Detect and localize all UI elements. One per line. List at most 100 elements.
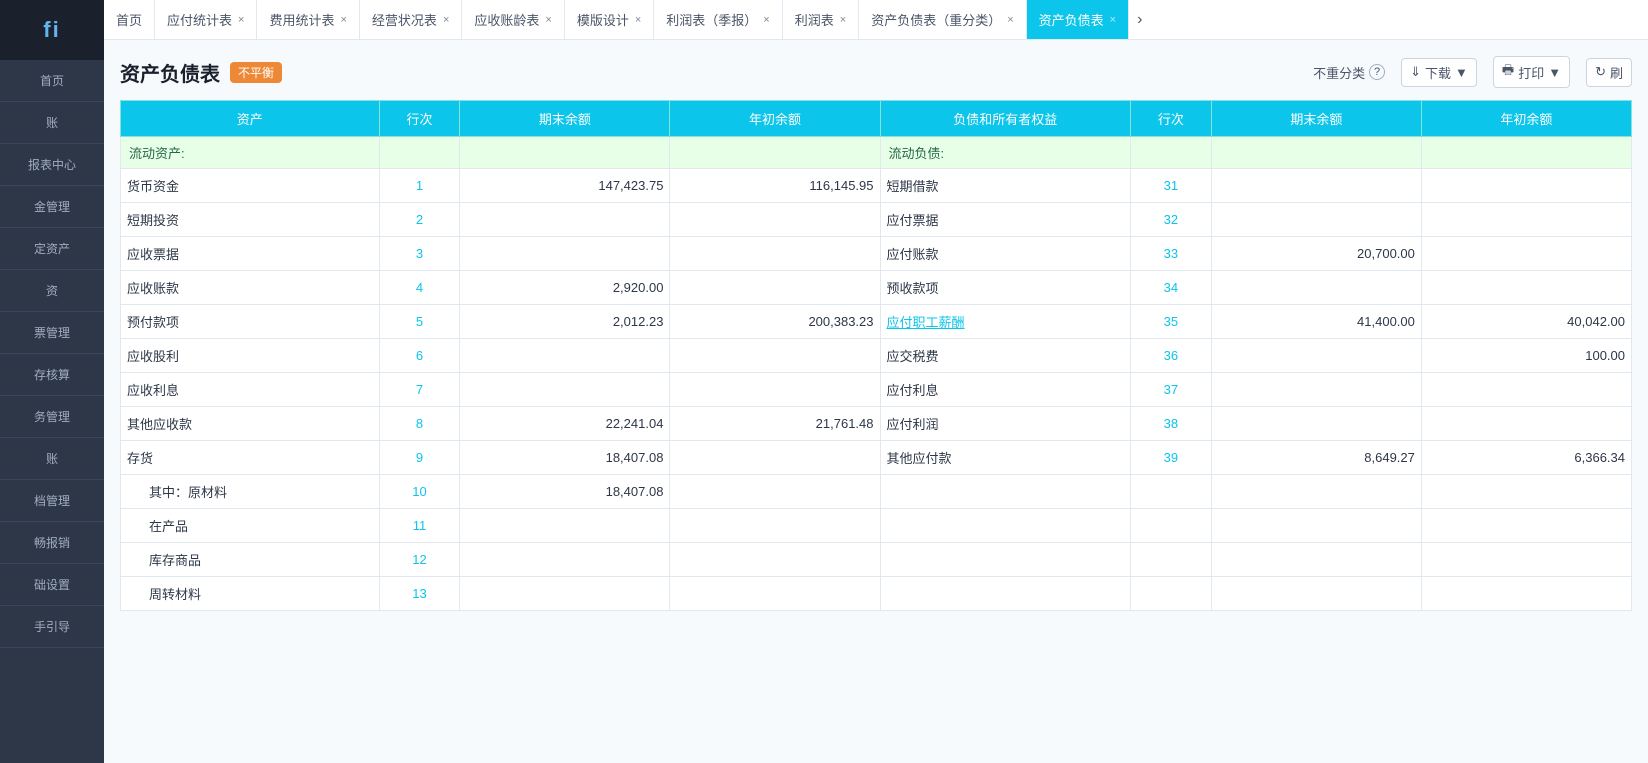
header-line: 行次: [379, 101, 460, 137]
liab-year: [1421, 203, 1631, 237]
liab-label: [880, 577, 1130, 611]
help-icon[interactable]: ?: [1369, 64, 1385, 80]
sidebar-item-business[interactable]: 务管理: [0, 396, 104, 438]
liab-line[interactable]: 31: [1131, 169, 1212, 203]
asset-line[interactable]: 9: [379, 441, 460, 475]
close-icon[interactable]: ×: [443, 14, 449, 26]
liab-label: 短期借款: [880, 169, 1130, 203]
liab-line[interactable]: 39: [1131, 441, 1212, 475]
sidebar-item-settings[interactable]: 础设置: [0, 564, 104, 606]
close-icon[interactable]: ×: [635, 14, 641, 26]
tab-template-design[interactable]: 模版设计 ×: [565, 0, 654, 39]
sidebar-item-invoice[interactable]: 票管理: [0, 312, 104, 354]
liab-label: 应付职工薪酬: [880, 305, 1130, 339]
tab-profit[interactable]: 利润表 ×: [783, 0, 859, 39]
liab-line[interactable]: [1131, 577, 1212, 611]
liab-period: [1211, 509, 1421, 543]
asset-label: 存货: [121, 441, 380, 475]
close-icon[interactable]: ×: [763, 14, 769, 26]
close-icon[interactable]: ×: [340, 14, 346, 26]
sidebar-item-archive[interactable]: 档管理: [0, 480, 104, 522]
liab-period: [1211, 577, 1421, 611]
sidebar-item-account[interactable]: 账: [0, 102, 104, 144]
liab-line[interactable]: 33: [1131, 237, 1212, 271]
asset-line[interactable]: 5: [379, 305, 460, 339]
asset-year: [670, 543, 880, 577]
liab-year: [1421, 237, 1631, 271]
no-reclassify-toggle[interactable]: 不重分类 ?: [1313, 63, 1385, 82]
sidebar-item-ledger[interactable]: 账: [0, 438, 104, 480]
asset-line[interactable]: 10: [379, 475, 460, 509]
liab-line[interactable]: 38: [1131, 407, 1212, 441]
asset-line[interactable]: 8: [379, 407, 460, 441]
content-area: 资产负债表 不平衡 不重分类 ? ⇓ 下载 ▼ 🖶 打印 ▼: [104, 40, 1648, 763]
section-asset-label: 流动资产:: [121, 137, 380, 169]
asset-year: [670, 475, 880, 509]
close-icon[interactable]: ×: [238, 14, 244, 26]
liab-line[interactable]: 37: [1131, 373, 1212, 407]
asset-period: 18,407.08: [460, 441, 670, 475]
page-title-area: 资产负债表 不平衡: [120, 58, 282, 87]
tab-expense-stats[interactable]: 费用统计表 ×: [257, 0, 359, 39]
sidebar-item-report[interactable]: 报表中心: [0, 144, 104, 186]
tab-payable-stats[interactable]: 应付统计表 ×: [155, 0, 257, 39]
download-button[interactable]: ⇓ 下载 ▼: [1401, 58, 1477, 87]
balance-table: 资产 行次 期末余额 年初余额 负债和所有者权益 行次 期末余额 年初余额 流动…: [120, 100, 1632, 611]
liab-line[interactable]: [1131, 475, 1212, 509]
asset-label: 货币资金: [121, 169, 380, 203]
asset-line[interactable]: 11: [379, 509, 460, 543]
close-icon[interactable]: ×: [1110, 14, 1116, 26]
unbalanced-badge: 不平衡: [230, 62, 282, 83]
tab-receivable-aging[interactable]: 应收账龄表 ×: [462, 0, 564, 39]
close-icon[interactable]: ×: [840, 14, 846, 26]
asset-line[interactable]: 12: [379, 543, 460, 577]
refresh-button[interactable]: ↻ 刷: [1586, 58, 1632, 87]
tab-home[interactable]: 首页: [104, 0, 155, 39]
liab-year: [1421, 271, 1631, 305]
sidebar-item-finance[interactable]: 金管理: [0, 186, 104, 228]
liab-line[interactable]: [1131, 543, 1212, 577]
tab-business-status[interactable]: 经营状况表 ×: [360, 0, 462, 39]
liab-line[interactable]: [1131, 509, 1212, 543]
asset-label: 应收票据: [121, 237, 380, 271]
liab-year: [1421, 543, 1631, 577]
tab-scroll-right[interactable]: ›: [1129, 0, 1150, 39]
sidebar-item-expense[interactable]: 畅报销: [0, 522, 104, 564]
header-liability: 负债和所有者权益: [880, 101, 1130, 137]
tab-profit-quarterly[interactable]: 利润表（季报） ×: [654, 0, 782, 39]
asset-line[interactable]: 13: [379, 577, 460, 611]
sidebar-item-assets[interactable]: 资: [0, 270, 104, 312]
asset-line[interactable]: 7: [379, 373, 460, 407]
asset-label: 应收股利: [121, 339, 380, 373]
asset-line[interactable]: 2: [379, 203, 460, 237]
sidebar-item-guide[interactable]: 手引导: [0, 606, 104, 648]
section-asset-period: [460, 137, 670, 169]
liab-line[interactable]: 35: [1131, 305, 1212, 339]
liab-line[interactable]: 36: [1131, 339, 1212, 373]
print-button[interactable]: 🖶 打印 ▼: [1493, 56, 1570, 88]
tab-balance-sheet[interactable]: 资产负债表 ×: [1027, 0, 1129, 39]
section-asset-line: [379, 137, 460, 169]
print-label: 打印: [1518, 63, 1544, 82]
asset-label: 应收利息: [121, 373, 380, 407]
asset-label: 应收账款: [121, 271, 380, 305]
liab-label: 其他应付款: [880, 441, 1130, 475]
sidebar-item-fixed-assets[interactable]: 定资产: [0, 228, 104, 270]
liab-year: 100.00: [1421, 339, 1631, 373]
liab-year: [1421, 169, 1631, 203]
asset-line[interactable]: 1: [379, 169, 460, 203]
asset-period: 22,241.04: [460, 407, 670, 441]
liab-line[interactable]: 32: [1131, 203, 1212, 237]
download-label: 下载: [1425, 63, 1451, 82]
tab-balance-reclassified[interactable]: 资产负债表（重分类） ×: [859, 0, 1026, 39]
page-title: 资产负债表: [120, 58, 220, 87]
liab-period: [1211, 407, 1421, 441]
asset-line[interactable]: 4: [379, 271, 460, 305]
asset-line[interactable]: 6: [379, 339, 460, 373]
close-icon[interactable]: ×: [545, 14, 551, 26]
sidebar-item-home[interactable]: 首页: [0, 60, 104, 102]
liab-line[interactable]: 34: [1131, 271, 1212, 305]
asset-line[interactable]: 3: [379, 237, 460, 271]
sidebar-item-inventory[interactable]: 存核算: [0, 354, 104, 396]
close-icon[interactable]: ×: [1007, 14, 1013, 26]
